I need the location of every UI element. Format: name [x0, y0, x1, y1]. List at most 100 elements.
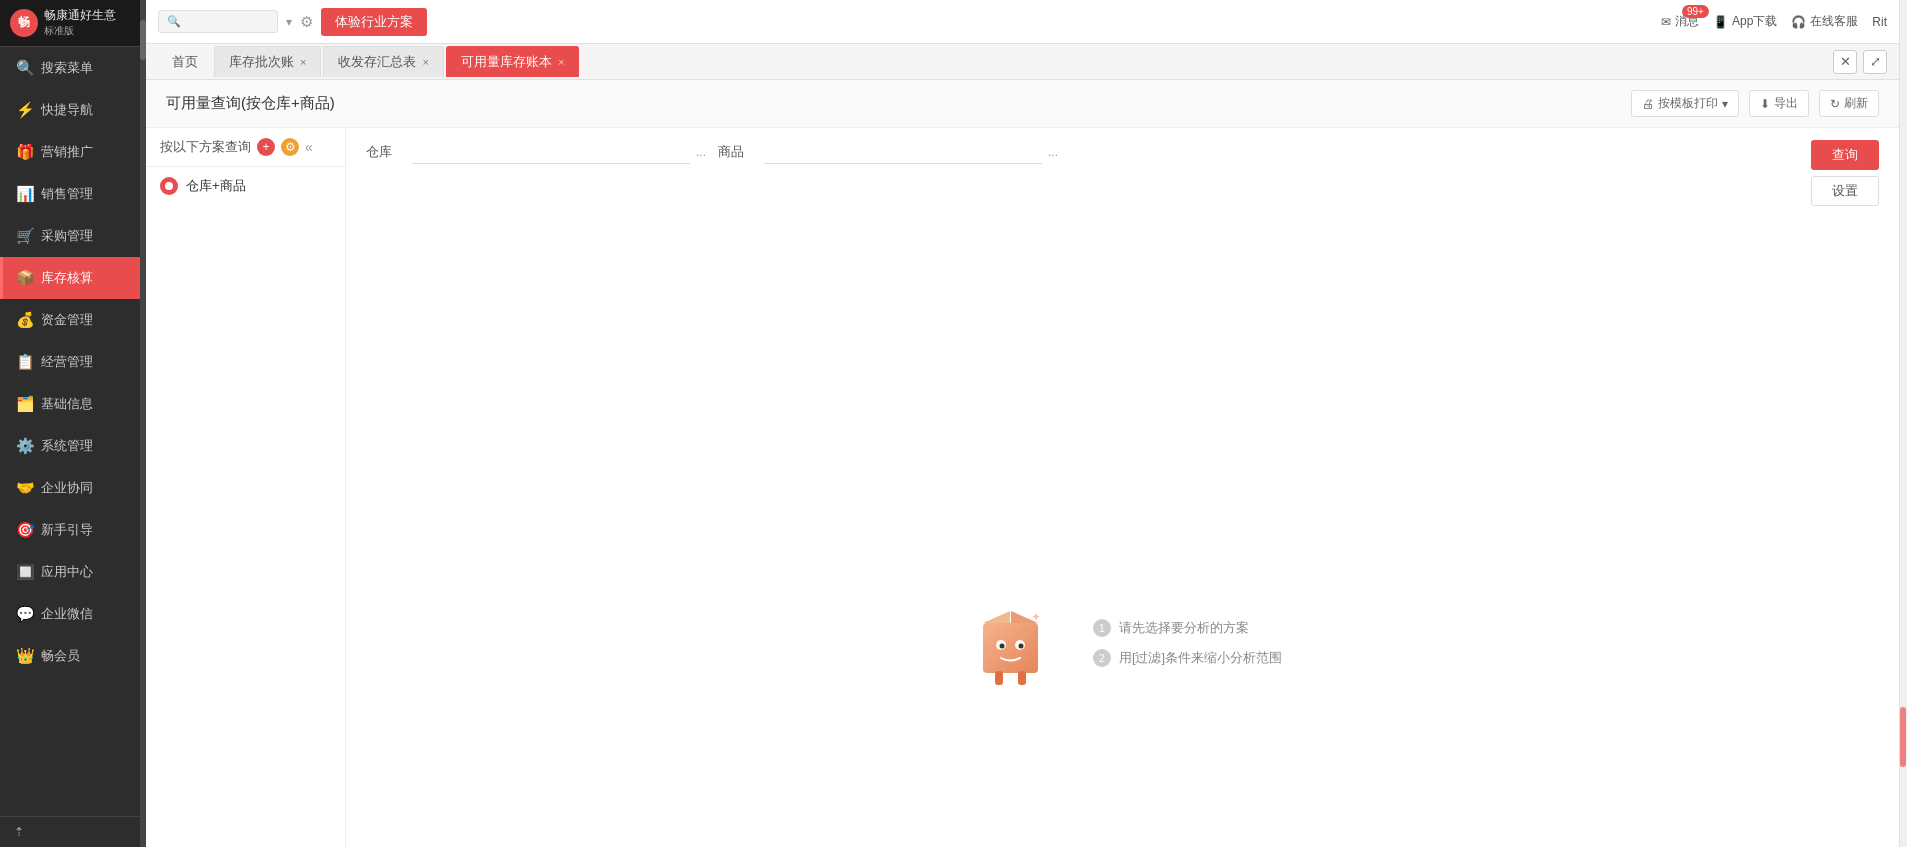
svg-text:·: · — [975, 624, 977, 633]
sidebar-item-finance[interactable]: 💰 资金管理 — [0, 299, 140, 341]
page-title: 可用量查询(按仓库+商品) — [166, 94, 335, 113]
scheme-item-warehouse-product[interactable]: 仓库+商品 — [146, 167, 345, 205]
export-icon: ⬇ — [1760, 97, 1770, 111]
tab-home[interactable]: 首页 — [158, 47, 212, 77]
print-icon: 🖨 — [1642, 97, 1654, 111]
sidebar-item-marketing[interactable]: 🎁 营销推广 — [0, 131, 140, 173]
filter-inputs-row: 仓库 ... 商品 ... 查询 设置 — [366, 140, 1879, 206]
sidebar-item-guide[interactable]: 🎯 新手引导 — [0, 509, 140, 551]
sidebar-item-basic[interactable]: 🗂️ 基础信息 — [0, 383, 140, 425]
dropdown-icon[interactable]: ▾ — [286, 15, 292, 29]
refresh-button[interactable]: ↻ 刷新 — [1819, 90, 1879, 117]
warehouse-label: 仓库 — [366, 143, 406, 161]
app-name: 畅康通好生意 — [44, 8, 116, 24]
empty-illustration: ✦ · — [963, 593, 1063, 693]
main-area: 🔍 ▾ ⚙ 体验行业方案 ✉ 消息 99+ 📱 App下载 🎧 在线客服 Rit — [146, 0, 1899, 847]
print-button[interactable]: 🖨 按模板打印 ▾ — [1631, 90, 1739, 117]
sidebar-item-label: 库存核算 — [41, 269, 93, 287]
right-scrollbar[interactable] — [1899, 0, 1907, 847]
query-area: 按以下方案查询 + ⚙ « 仓库+商品 — [146, 128, 1899, 847]
sidebar-item-sales[interactable]: 📊 销售管理 — [0, 173, 140, 215]
tabs-bar: 首页 库存批次账 × 收发存汇总表 × 可用量库存账本 × ✕ ⤢ — [146, 44, 1899, 80]
scheme-item-svg — [164, 181, 174, 191]
sidebar-bottom[interactable]: ⇡ — [0, 816, 140, 847]
refresh-label: 刷新 — [1844, 95, 1868, 112]
svg-rect-8 — [995, 671, 1003, 685]
crown-icon: 👑 — [17, 648, 33, 664]
export-button[interactable]: ⬇ 导出 — [1749, 90, 1809, 117]
page-content: 可用量查询(按仓库+商品) 🖨 按模板打印 ▾ ⬇ 导出 ↻ 刷新 — [146, 80, 1899, 847]
user-button[interactable]: Rit — [1872, 15, 1887, 29]
warehouse-more[interactable]: ... — [696, 145, 706, 159]
wechat-icon: 💬 — [17, 606, 33, 622]
topbar-search[interactable]: 🔍 — [158, 10, 278, 33]
sidebar-item-label: 基础信息 — [41, 395, 93, 413]
tab-batch-close[interactable]: × — [300, 56, 306, 68]
page-header-actions: 🖨 按模板打印 ▾ ⬇ 导出 ↻ 刷新 — [1631, 90, 1879, 117]
tab-summary-close[interactable]: × — [422, 56, 428, 68]
query-button[interactable]: 查询 — [1811, 140, 1879, 170]
tip-num-2: 2 — [1093, 649, 1111, 667]
sidebar-item-label: 搜索菜单 — [41, 59, 93, 77]
app-download-button[interactable]: 📱 App下载 — [1713, 13, 1777, 30]
service-button[interactable]: 🎧 在线客服 — [1791, 13, 1858, 30]
settings-icon[interactable]: ⚙ — [300, 13, 313, 31]
svg-text:✦: ✦ — [1031, 610, 1041, 624]
sidebar-item-enterprise[interactable]: 🤝 企业协同 — [0, 467, 140, 509]
scheme-collapse-button[interactable]: « — [305, 139, 313, 155]
topbar-actions: ✉ 消息 99+ 📱 App下载 🎧 在线客服 Rit — [1661, 13, 1887, 30]
phone-icon: 📱 — [1713, 15, 1728, 29]
warehouse-input[interactable] — [412, 140, 690, 164]
svg-point-7 — [1018, 644, 1023, 649]
headset-icon: 🎧 — [1791, 15, 1806, 29]
message-badge: 99+ — [1682, 5, 1709, 18]
tab-batch[interactable]: 库存批次账 × — [214, 46, 321, 77]
sidebar-item-app-center[interactable]: 🔲 应用中心 — [0, 551, 140, 593]
message-button[interactable]: ✉ 消息 99+ — [1661, 13, 1699, 30]
tip-text-1: 请先选择要分析的方案 — [1119, 619, 1249, 637]
tab-summary-label: 收发存汇总表 — [338, 53, 416, 71]
sidebar-item-search[interactable]: 🔍 搜索菜单 — [0, 47, 140, 89]
tab-available[interactable]: 可用量库存账本 × — [446, 46, 579, 77]
sidebar-item-member[interactable]: 👑 畅会员 — [0, 635, 140, 677]
tab-home-label: 首页 — [172, 53, 198, 71]
sidebar-item-label: 应用中心 — [41, 563, 93, 581]
solution-button[interactable]: 体验行业方案 — [321, 8, 427, 36]
export-label: 导出 — [1774, 95, 1798, 112]
sidebar-item-shortcut[interactable]: ⚡ 快捷导航 — [0, 89, 140, 131]
print-dropdown-icon[interactable]: ▾ — [1722, 97, 1728, 111]
sidebar-item-inventory[interactable]: 📦 库存核算 — [0, 257, 140, 299]
right-scrollbar-thumb — [1900, 707, 1906, 767]
lightning-icon: ⚡ — [17, 102, 33, 118]
folder-icon: 🗂️ — [17, 396, 33, 412]
search-icon: 🔍 — [167, 15, 181, 28]
sidebar-item-label: 销售管理 — [41, 185, 93, 203]
tab-close-button[interactable]: ✕ — [1833, 50, 1857, 74]
scheme-settings-button[interactable]: ⚙ — [281, 138, 299, 156]
sidebar-item-system[interactable]: ⚙️ 系统管理 — [0, 425, 140, 467]
scheme-title: 按以下方案查询 — [160, 138, 251, 156]
svg-point-6 — [999, 644, 1004, 649]
sidebar-item-purchase[interactable]: 🛒 采购管理 — [0, 215, 140, 257]
sidebar-item-operations[interactable]: 📋 经营管理 — [0, 341, 140, 383]
scheme-add-button[interactable]: + — [257, 138, 275, 156]
tab-summary[interactable]: 收发存汇总表 × — [323, 46, 443, 77]
tip-num-1: 1 — [1093, 619, 1111, 637]
print-label: 按模板打印 — [1658, 95, 1718, 112]
logo-icon: 畅 — [10, 9, 38, 37]
money-icon: 💰 — [17, 312, 33, 328]
sidebar-item-label: 采购管理 — [41, 227, 93, 245]
tab-available-close[interactable]: × — [558, 56, 564, 68]
handshake-icon: 🤝 — [17, 480, 33, 496]
product-input[interactable] — [764, 140, 1042, 164]
tab-expand-button[interactable]: ⤢ — [1863, 50, 1887, 74]
search-icon: 🔍 — [17, 60, 33, 76]
svg-marker-2 — [983, 611, 1010, 623]
product-more[interactable]: ... — [1048, 145, 1058, 159]
sidebar-item-wechat[interactable]: 💬 企业微信 — [0, 593, 140, 635]
cart-icon: 🛒 — [17, 228, 33, 244]
gear-icon: ⚙️ — [17, 438, 33, 454]
warehouse-filter: 仓库 ... — [366, 140, 706, 164]
scheme-item-icon — [160, 177, 178, 195]
settings-button[interactable]: 设置 — [1811, 176, 1879, 206]
